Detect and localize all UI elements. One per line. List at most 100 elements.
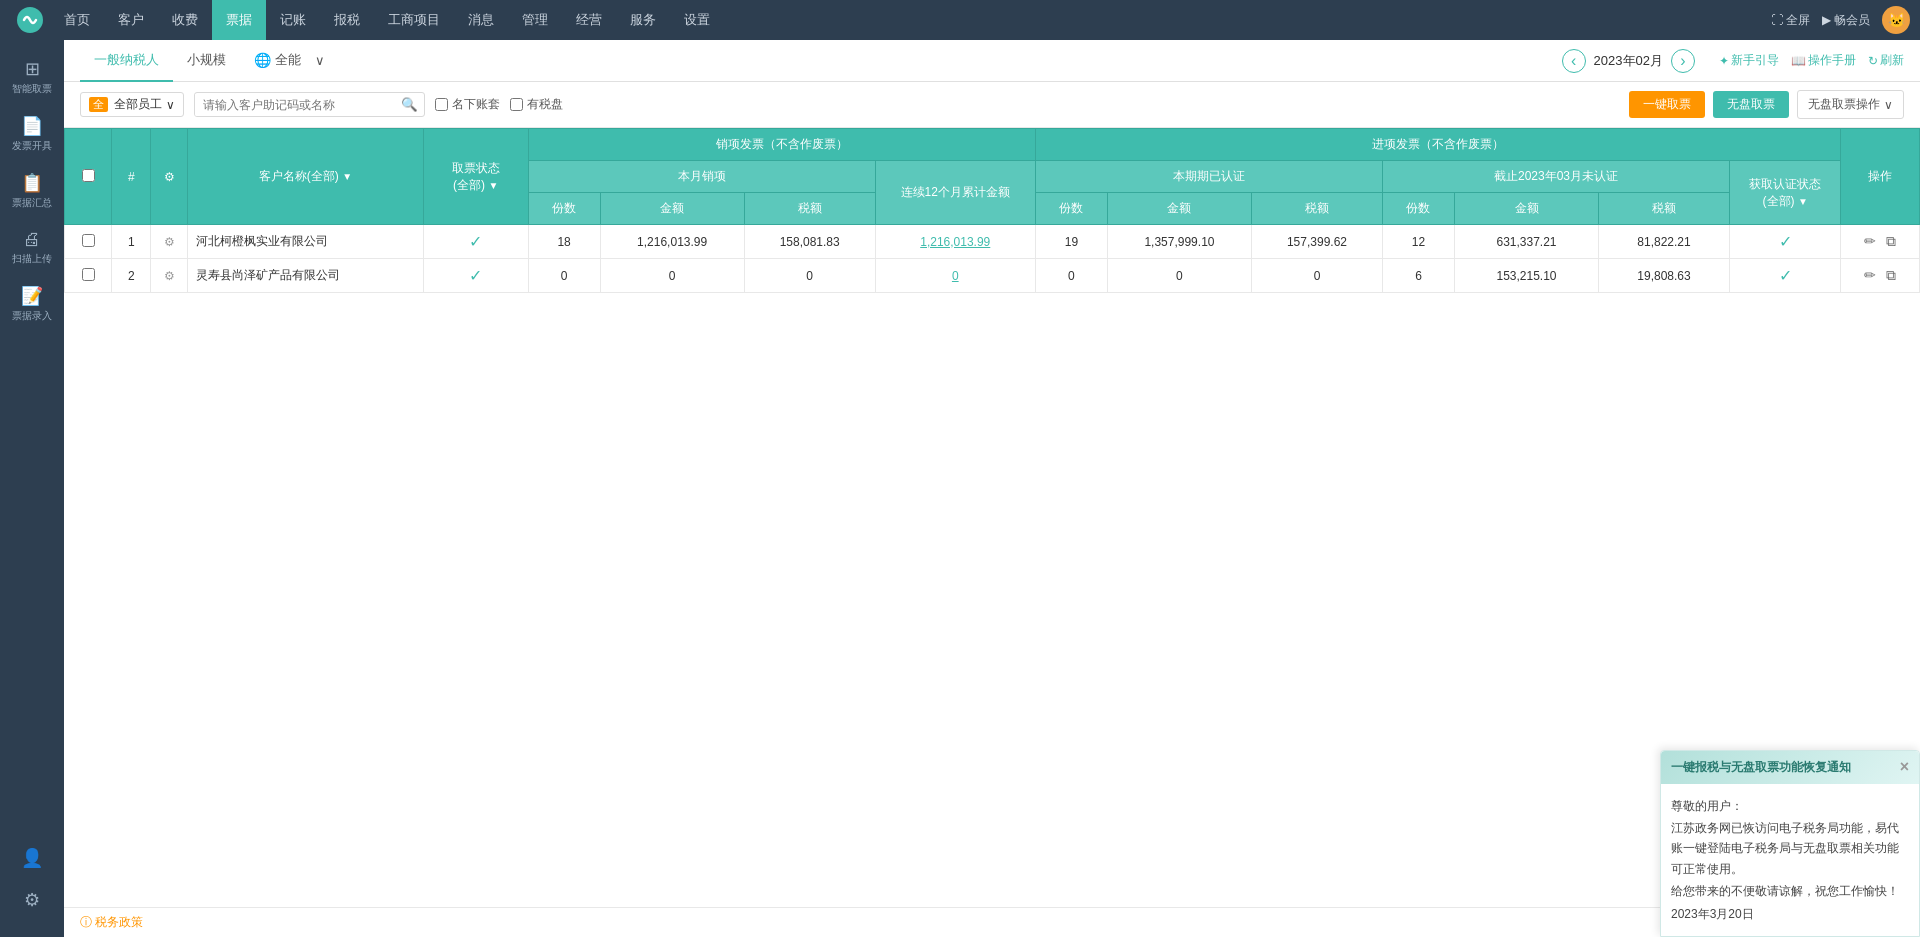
row-purchase-uncert-amount: 153,215.10 [1454, 259, 1598, 293]
row-consecutive12: 0 [875, 259, 1035, 293]
row-action: ✏ ⧉ [1841, 259, 1920, 293]
data-table-wrap: # ⚙ 客户名称(全部) ▼ 取票状态(全部) ▼ 销项发票（不含作废票） 进项… [64, 128, 1920, 907]
manual-button[interactable]: 📖 操作手册 [1791, 52, 1856, 69]
row-purchase-uncert-count: 12 [1382, 225, 1454, 259]
row-consecutive12: 1,216,013.99 [875, 225, 1035, 259]
employee-select[interactable]: 全 全部员工 ∨ [80, 92, 184, 117]
sidebar-item-scan-upload[interactable]: 🖨 扫描上传 [4, 221, 60, 273]
diskless-fetch-ops-button[interactable]: 无盘取票操作 ∨ [1797, 90, 1904, 119]
row-num: 1 [112, 225, 151, 259]
row-cert-status: ✓ [1730, 225, 1841, 259]
th-before-mar: 截止2023年03月未认证 [1382, 161, 1729, 193]
new-guide-button[interactable]: ✦ 新手引导 [1719, 52, 1779, 69]
nav-business[interactable]: 工商项目 [374, 0, 454, 40]
nav-tax[interactable]: 报税 [320, 0, 374, 40]
taxdisk-checkbox[interactable] [510, 98, 523, 111]
th-settings[interactable]: ⚙ [151, 129, 188, 225]
th-operation: 操作 [1841, 129, 1920, 225]
diskless-fetch-button[interactable]: 无盘取票 [1713, 91, 1789, 118]
current-date: 2023年02月 [1594, 52, 1663, 70]
checkbox-account[interactable]: 名下账套 [435, 96, 500, 113]
account-checkbox[interactable] [435, 98, 448, 111]
th-purchase-current-count: 份数 [1035, 193, 1107, 225]
th-current-confirmed: 本期期已认证 [1035, 161, 1382, 193]
nav-items: 首页 客户 收费 票据 记账 报税 工商项目 消息 管理 经营 服务 设置 [50, 0, 1771, 40]
prev-month-button[interactable]: ‹ [1562, 49, 1586, 73]
nav-home[interactable]: 首页 [50, 0, 104, 40]
refresh-button[interactable]: ↻ 刷新 [1868, 52, 1904, 69]
sidebar-item-invoice-entry[interactable]: 📝 票据录入 [4, 277, 60, 330]
scan-upload-icon: 🖨 [23, 229, 41, 250]
row-purchase-current-count: 0 [1035, 259, 1107, 293]
nav-business2[interactable]: 经营 [562, 0, 616, 40]
nav-fee[interactable]: 收费 [158, 0, 212, 40]
settings-icon[interactable]: ⚙ [18, 883, 46, 917]
nav-message[interactable]: 消息 [454, 0, 508, 40]
info-icon: ⓘ [80, 914, 92, 931]
row-ticket-status: ✓ [423, 225, 528, 259]
app-logo [10, 0, 50, 40]
row-purchase-uncert-tax: 19,808.63 [1599, 259, 1730, 293]
row-settings[interactable]: ⚙ [151, 259, 188, 293]
edit-icon[interactable]: ✏ [1861, 267, 1879, 283]
th-current-month: 本月销项 [528, 161, 875, 193]
search-input[interactable] [195, 94, 395, 116]
checkbox-taxdisk[interactable]: 有税盘 [510, 96, 563, 113]
nav-manage[interactable]: 管理 [508, 0, 562, 40]
th-ticket-status: 取票状态(全部) ▼ [423, 129, 528, 225]
user-avatar[interactable]: 🐱 [1882, 6, 1910, 34]
sidebar-item-smart-fetch[interactable]: ⊞ 智能取票 [4, 50, 60, 103]
th-purchase-invoice: 进项发票（不含作废票） [1035, 129, 1840, 161]
filter-bar: 全 全部员工 ∨ 🔍 名下账套 有税盘 一键取票 无盘取票 无盘取票操作 [64, 82, 1920, 128]
tab-all[interactable]: 🌐 全能 [240, 40, 315, 82]
row-purchase-uncert-amount: 631,337.21 [1454, 225, 1598, 259]
th-checkbox [65, 129, 112, 225]
nav-invoice[interactable]: 票据 [212, 0, 266, 40]
tab-general-taxpayer[interactable]: 一般纳税人 [80, 40, 173, 82]
tax-policy-link[interactable]: ⓘ 税务政策 [80, 914, 143, 931]
member-button[interactable]: ▶ 畅会员 [1822, 12, 1870, 29]
select-all-checkbox[interactable] [82, 169, 95, 182]
sidebar-item-invoice-open[interactable]: 📄 发票开具 [4, 107, 60, 160]
row-num: 2 [112, 259, 151, 293]
row-purchase-current-amount: 0 [1107, 259, 1251, 293]
notification-close-button[interactable]: × [1900, 759, 1909, 775]
invoice-entry-icon: 📝 [21, 285, 43, 307]
row-purchase-uncert-count: 6 [1382, 259, 1454, 293]
tab-small-scale[interactable]: 小规模 [173, 40, 240, 82]
tab-actions: ✦ 新手引导 📖 操作手册 ↻ 刷新 [1719, 52, 1904, 69]
nav-customer[interactable]: 客户 [104, 0, 158, 40]
row-settings[interactable]: ⚙ [151, 225, 188, 259]
user-icon[interactable]: 👤 [15, 841, 49, 875]
top-nav: 首页 客户 收费 票据 记账 报税 工商项目 消息 管理 经营 服务 设置 ⛶ … [0, 0, 1920, 40]
copy-icon[interactable]: ⧉ [1883, 267, 1899, 283]
copy-icon[interactable]: ⧉ [1883, 233, 1899, 249]
one-click-fetch-button[interactable]: 一键取票 [1629, 91, 1705, 118]
filter-bar-right: 一键取票 无盘取票 无盘取票操作 ∨ [1629, 90, 1904, 119]
notification-body: 尊敬的用户： 江苏政务网已恢访问电子税务局功能，易代账一键登陆电子税务局与无盘取… [1661, 784, 1919, 936]
edit-icon[interactable]: ✏ [1861, 233, 1879, 249]
sidebar-bottom: 👤 ⚙ [15, 841, 49, 927]
th-cert-status: 获取认证状态(全部) ▼ [1730, 161, 1841, 225]
nav-service[interactable]: 服务 [616, 0, 670, 40]
next-month-button[interactable]: › [1671, 49, 1695, 73]
fullscreen-button[interactable]: ⛶ 全屏 [1771, 12, 1810, 29]
th-sales-invoice: 销项发票（不含作废票） [528, 129, 1035, 161]
row-checkbox[interactable] [65, 259, 112, 293]
nav-settings[interactable]: 设置 [670, 0, 724, 40]
row-checkbox[interactable] [65, 225, 112, 259]
footer: ⓘ 税务政策 [64, 907, 1920, 937]
tab-more-button[interactable]: ∨ [315, 53, 325, 68]
th-consecutive12: 连续12个月累计金额 [875, 161, 1035, 225]
row-sales-count: 18 [528, 225, 600, 259]
row-purchase-current-tax: 157,399.62 [1251, 225, 1382, 259]
smart-fetch-icon: ⊞ [25, 58, 40, 80]
main-content: 一般纳税人 小规模 🌐 全能 ∨ ‹ 2023年02月 › ✦ 新手引导 📖 操… [64, 40, 1920, 937]
th-customer-name: 客户名称(全部) ▼ [188, 129, 424, 225]
th-purchase-current-amount: 金额 [1107, 193, 1251, 225]
row-cert-status: ✓ [1730, 259, 1841, 293]
search-button[interactable]: 🔍 [395, 93, 424, 116]
sidebar-item-invoice-summary[interactable]: 📋 票据汇总 [4, 164, 60, 217]
row-sales-tax: 158,081.83 [744, 225, 875, 259]
nav-bookkeeping[interactable]: 记账 [266, 0, 320, 40]
